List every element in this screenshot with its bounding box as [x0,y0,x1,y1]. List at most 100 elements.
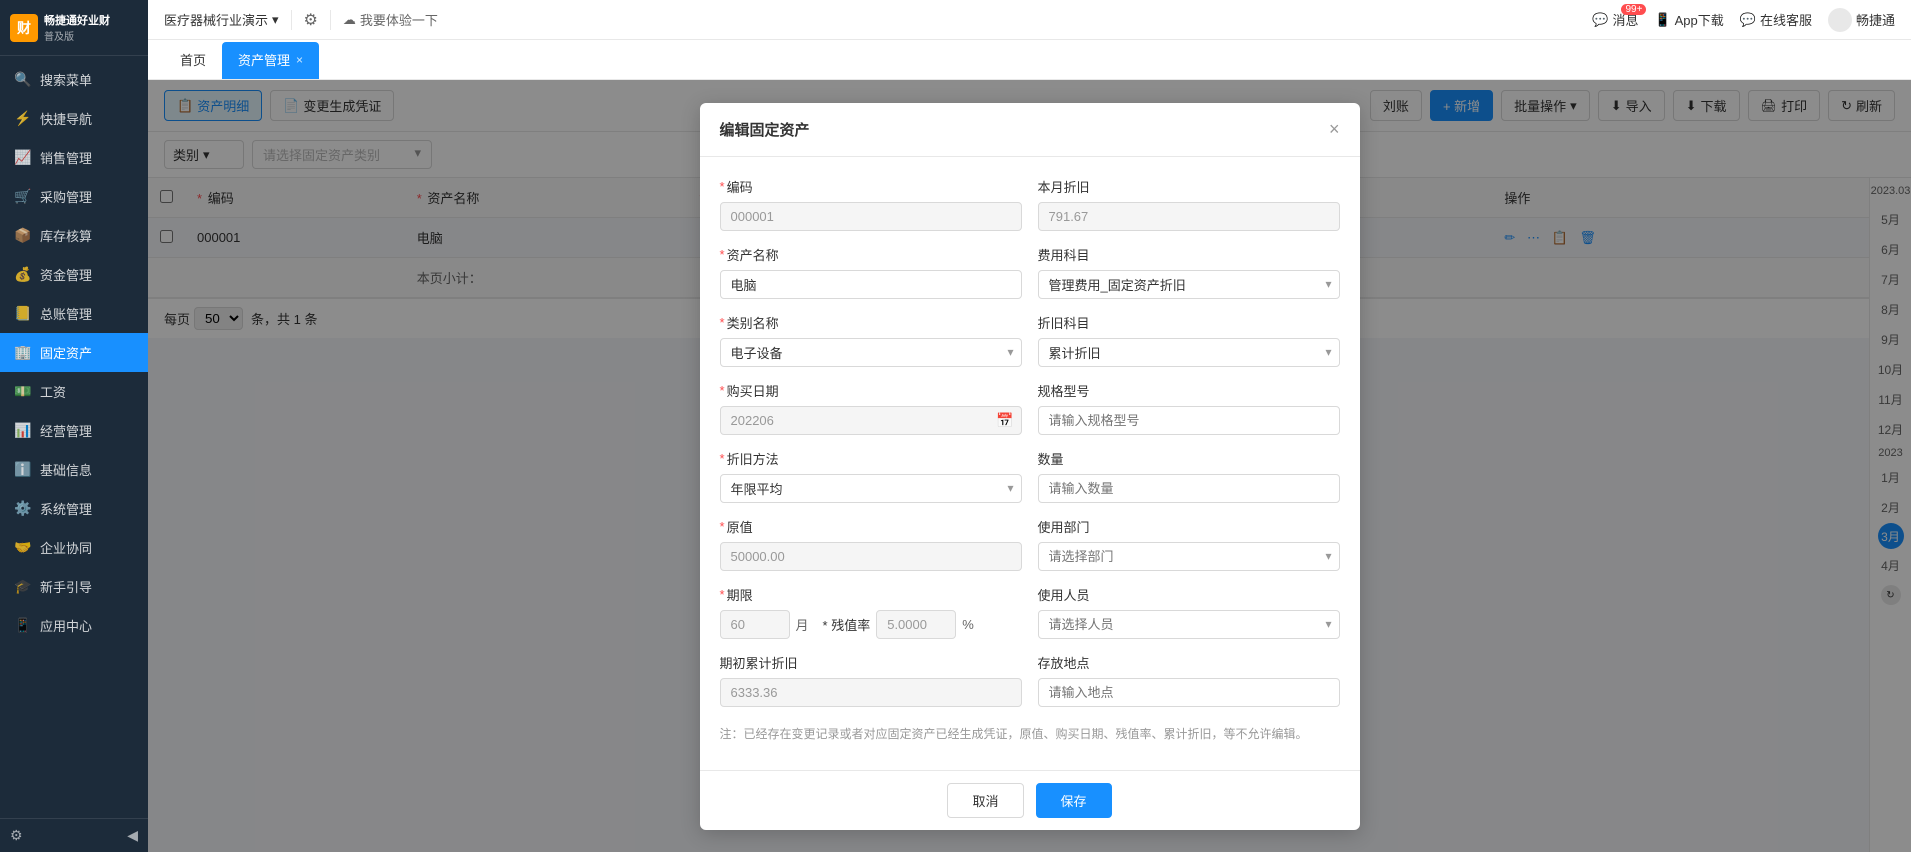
sidebar-nav: 🔍 搜索菜单 ⚡ 快捷导航 📈 销售管理 🛒 采购管理 📦 库存核算 💰 [0,56,148,818]
sidebar-item-label: 固定资产 [40,343,92,362]
topbar-right: 💬 消息 99+ 📱 App下载 💬 在线客服 畅捷通 [1592,8,1895,32]
form-asset-name: * 资产名称 [720,245,1022,299]
tab-home[interactable]: 首页 [164,42,222,79]
form-period: * 期限 月 * 残值率 [720,585,1022,639]
initial-depreciation-label: 期初累计折旧 [720,653,1022,672]
purchase-date-input[interactable] [720,406,1022,435]
tab-asset-management[interactable]: 资产管理 × [222,42,319,79]
message-btn[interactable]: 💬 消息 99+ [1592,10,1638,29]
sidebar: 财 畅捷通好业财 普及版 🔍 搜索菜单 ⚡ 快捷导航 📈 销售管理 [0,0,148,852]
sidebar-item-payroll[interactable]: 💵 工资 [0,372,148,411]
user-input[interactable] [1038,610,1340,639]
modal-footer: 取消 保存 [700,770,1360,830]
period-input[interactable] [720,610,790,639]
form-grid: * 编码 * 资产名称 [720,177,1340,707]
service-label: 在线客服 [1760,10,1812,29]
chevron-down-icon: ▾ [272,12,279,28]
service-btn[interactable]: 💬 在线客服 [1740,10,1812,29]
sidebar-item-ledger[interactable]: 📒 总账管理 [0,294,148,333]
service-icon: 💬 [1740,12,1756,28]
calendar-icon[interactable]: 📅 [996,412,1013,429]
nav-icon: ⚡ [14,110,32,128]
app-download-btn[interactable]: 📱 App下载 [1654,10,1723,29]
sidebar-item-base-info[interactable]: ℹ️ 基础信息 [0,450,148,489]
sidebar-item-sales[interactable]: 📈 销售管理 [0,138,148,177]
logo-text: 畅捷通好业财 普及版 [44,12,110,43]
depreciation-method-input[interactable] [720,474,1022,503]
purchase-icon: 🛒 [14,188,32,206]
sidebar-item-operations[interactable]: 📊 经营管理 [0,411,148,450]
sidebar-header: 财 畅捷通好业财 普及版 [0,0,148,56]
modal-body: * 编码 * 资产名称 [700,157,1360,770]
sidebar-item-label: 销售管理 [40,148,92,167]
sidebar-footer: ⚙ ◀ [0,818,148,852]
department-input[interactable] [1038,542,1340,571]
sidebar-item-inventory[interactable]: 📦 库存核算 [0,216,148,255]
collapse-btn[interactable]: ◀ [127,827,138,844]
topbar: 医疗器械行业演示 ▾ ⚙ ☁ 我要体验一下 💬 消息 99+ 📱 App下载 [148,0,1911,40]
period-label: * 期限 [720,585,1022,604]
quantity-input[interactable] [1038,474,1340,503]
spec-label: 规格型号 [1038,381,1340,400]
main-content: 医疗器械行业演示 ▾ ⚙ ☁ 我要体验一下 💬 消息 99+ 📱 App下载 [148,0,1911,852]
expense-account-input[interactable] [1038,270,1340,299]
sidebar-item-label: 企业协同 [40,538,92,557]
user-menu[interactable]: 畅捷通 [1828,8,1895,32]
company-selector[interactable]: 医疗器械行业演示 ▾ [164,10,279,29]
expense-account-wrap: ▾ [1038,270,1340,299]
sidebar-item-label: 采购管理 [40,187,92,206]
tabbar: 首页 资产管理 × [148,40,1911,80]
tab-label: 资产管理 [238,50,290,69]
message-icon: 💬 [1592,12,1608,28]
settings-icon[interactable]: ⚙ [304,10,318,30]
location-input[interactable] [1038,678,1340,707]
depreciation-account-input[interactable] [1038,338,1340,367]
code-input[interactable] [720,202,1022,231]
department-wrap: ▾ [1038,542,1340,571]
sidebar-item-purchase[interactable]: 🛒 采购管理 [0,177,148,216]
category-input[interactable] [720,338,1022,367]
app-icon: 📱 [1654,12,1670,28]
sidebar-item-fixed-assets[interactable]: 🏢 固定资产 [0,333,148,372]
depreciation-account-wrap: ▾ [1038,338,1340,367]
inventory-icon: 📦 [14,227,32,245]
sidebar-item-finance[interactable]: 💰 资金管理 [0,255,148,294]
spec-input[interactable] [1038,406,1340,435]
period-row: 月 * 残值率 % [720,610,1022,639]
category-label: * 类别名称 [720,313,1022,332]
sidebar-item-nav[interactable]: ⚡ 快捷导航 [0,99,148,138]
quantity-label: 数量 [1038,449,1340,468]
residual-rate-input[interactable] [876,610,956,639]
avatar [1828,8,1852,32]
form-expense-account: 费用科目 ▾ [1038,245,1340,299]
logo-icon: 财 [10,14,38,42]
content-area: 📋 资产明细 📄 变更生成凭证 刘账 + 新增 [148,80,1911,852]
sidebar-item-app-center[interactable]: 📱 应用中心 [0,606,148,645]
form-user: 使用人员 ▾ [1038,585,1340,639]
settings-btn[interactable]: ⚙ [10,827,23,844]
base-info-icon: ℹ️ [14,461,32,479]
sidebar-item-label: 资金管理 [40,265,92,284]
form-spec: 规格型号 [1038,381,1340,435]
sidebar-item-collaboration[interactable]: 🤝 企业协同 [0,528,148,567]
sidebar-item-guide[interactable]: 🎓 新手引导 [0,567,148,606]
edit-asset-modal: 编辑固定资产 × * 编码 [700,103,1360,830]
app-download-label: App下载 [1675,10,1724,29]
modal-close-btn[interactable]: × [1329,119,1340,140]
form-code: * 编码 [720,177,1022,231]
sidebar-item-search[interactable]: 🔍 搜索菜单 [0,60,148,99]
expense-account-label: 费用科目 [1038,245,1340,264]
sidebar-item-label: 工资 [40,382,66,401]
sidebar-item-label: 应用中心 [40,616,92,635]
form-depreciation-method: * 折旧方法 ▾ [720,449,1022,503]
company-name: 医疗器械行业演示 [164,10,268,29]
cancel-button[interactable]: 取消 [947,783,1023,818]
sidebar-item-label: 快捷导航 [40,109,92,128]
experience-btn[interactable]: ☁ 我要体验一下 [343,10,438,29]
tab-close-icon[interactable]: × [296,53,303,67]
save-button[interactable]: 保存 [1036,783,1112,818]
asset-name-input[interactable] [720,270,1022,299]
experience-label: 我要体验一下 [360,10,438,29]
original-value-input[interactable] [720,542,1022,571]
sidebar-item-system[interactable]: ⚙️ 系统管理 [0,489,148,528]
